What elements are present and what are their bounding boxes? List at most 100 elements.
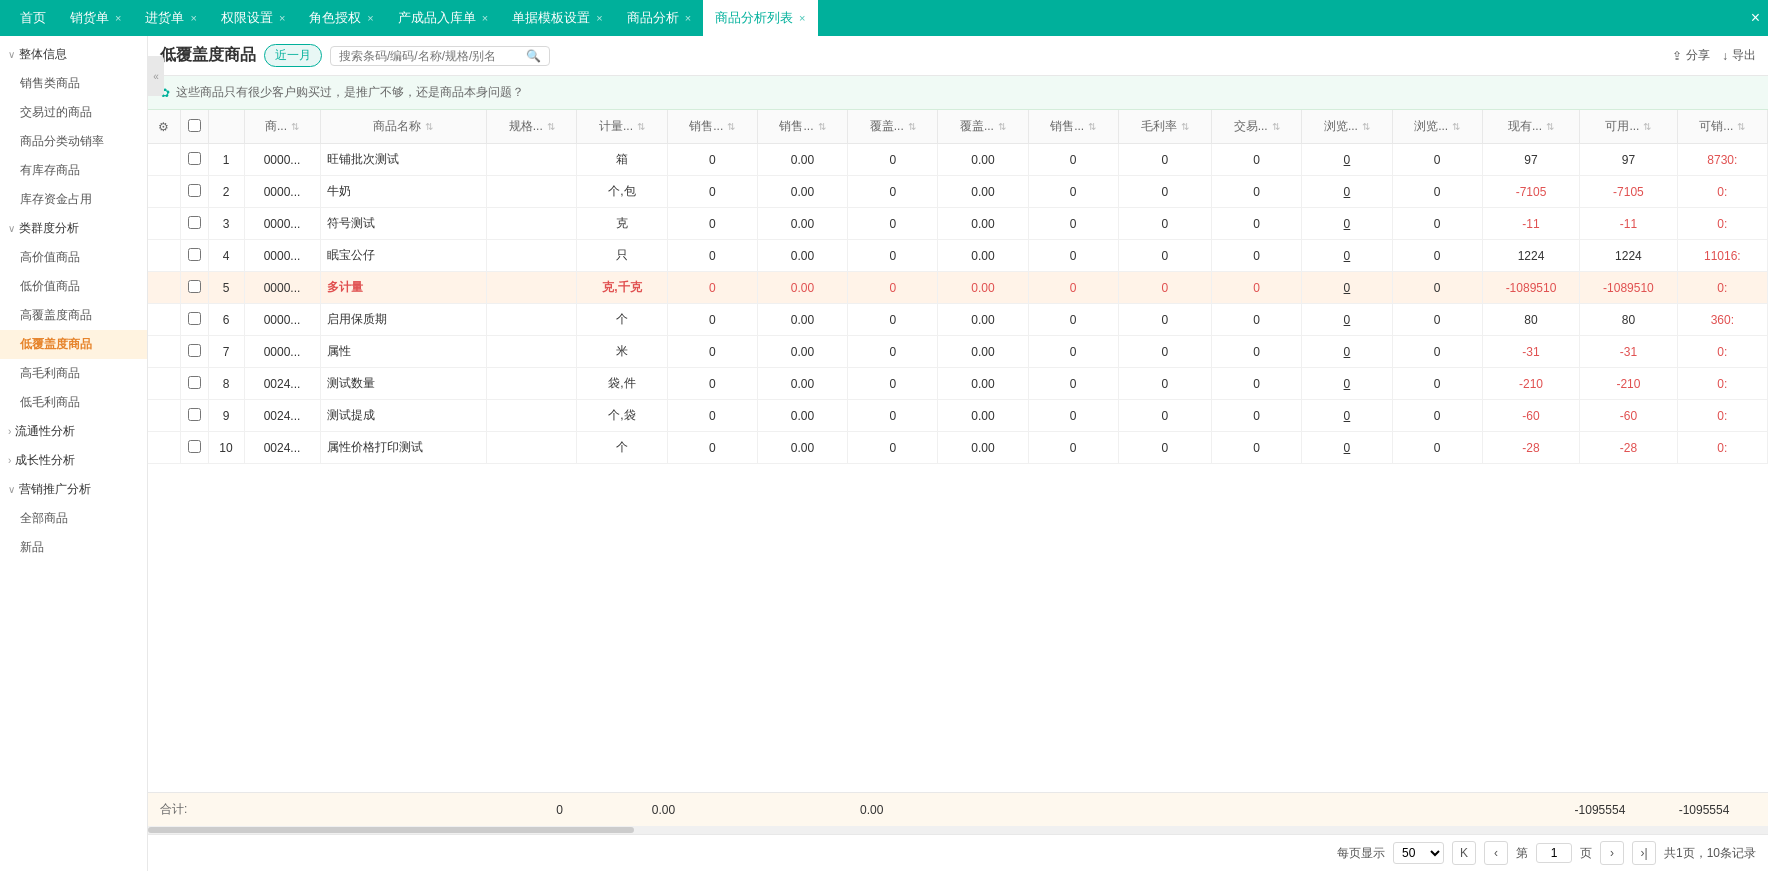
nav-tab-permissions[interactable]: 权限设置 ×	[209, 0, 297, 36]
column-coverage2[interactable]: 覆盖...⇅	[938, 110, 1028, 144]
column-sales-qty[interactable]: 销售...⇅	[667, 110, 757, 144]
row-checkbox[interactable]	[188, 344, 201, 357]
column-settings[interactable]: ⚙	[148, 110, 180, 144]
page-size-select[interactable]: 50 20 100	[1393, 842, 1444, 864]
row-checkbox[interactable]	[188, 248, 201, 261]
sidebar-section-overall[interactable]: ∨ 整体信息	[0, 40, 147, 69]
row-browse1[interactable]: 0	[1302, 272, 1392, 304]
nav-tab-purchase[interactable]: 进货单 ×	[133, 0, 208, 36]
close-icon[interactable]: ×	[799, 0, 805, 36]
column-name[interactable]: 商品名称⇅	[320, 110, 487, 144]
export-button[interactable]: ↓ 导出	[1722, 47, 1756, 64]
row-checkbox[interactable]	[188, 152, 201, 165]
close-icon[interactable]: ×	[367, 0, 373, 36]
close-icon[interactable]: ×	[115, 0, 121, 36]
row-name[interactable]: 测试数量	[320, 368, 487, 400]
sidebar-item-low-margin[interactable]: 低毛利商品	[0, 388, 147, 417]
row-name[interactable]: 旺铺批次测试	[320, 144, 487, 176]
row-checkbox[interactable]	[188, 376, 201, 389]
first-page-button[interactable]: K	[1452, 841, 1476, 865]
column-spec[interactable]: 规格...⇅	[487, 110, 577, 144]
sidebar-item-new-goods[interactable]: 新品	[0, 533, 147, 562]
period-button[interactable]: 近一月	[264, 44, 322, 67]
row-browse1[interactable]: 0	[1302, 176, 1392, 208]
column-current-stock[interactable]: 现有...⇅	[1482, 110, 1579, 144]
column-coverage1[interactable]: 覆盖...⇅	[848, 110, 938, 144]
last-page-button[interactable]: ›|	[1632, 841, 1656, 865]
browse-link[interactable]: 0	[1344, 409, 1351, 423]
sidebar-toggle-button[interactable]: «	[148, 56, 164, 96]
close-icon[interactable]: ×	[685, 0, 691, 36]
nav-tab-analysis[interactable]: 商品分析 ×	[615, 0, 703, 36]
row-browse1[interactable]: 0	[1302, 432, 1392, 464]
sidebar-section-marketing[interactable]: ∨ 营销推广分析	[0, 475, 147, 504]
sidebar-item-high-value[interactable]: 高价值商品	[0, 243, 147, 272]
column-sales-other[interactable]: 销售...⇅	[1028, 110, 1118, 144]
column-browse1[interactable]: 浏览...⇅	[1302, 110, 1392, 144]
nav-tab-home[interactable]: 首页	[8, 0, 58, 36]
row-name[interactable]: 启用保质期	[320, 304, 487, 336]
row-name[interactable]: 属性价格打印测试	[320, 432, 487, 464]
browse-link[interactable]: 0	[1344, 345, 1351, 359]
sidebar-section-cluster[interactable]: ∨ 类群度分析	[0, 214, 147, 243]
sidebar-item-traded-goods[interactable]: 交易过的商品	[0, 98, 147, 127]
row-browse1[interactable]: 0	[1302, 400, 1392, 432]
sidebar-section-growth[interactable]: › 成长性分析	[0, 446, 147, 475]
sidebar-item-stock-capital[interactable]: 库存资金占用	[0, 185, 147, 214]
close-icon[interactable]: ×	[482, 0, 488, 36]
browse-link[interactable]: 0	[1344, 153, 1351, 167]
row-checkbox[interactable]	[188, 216, 201, 229]
browse-link[interactable]: 0	[1344, 249, 1351, 263]
sidebar-item-sales-goods[interactable]: 销售类商品	[0, 69, 147, 98]
column-code[interactable]: 商...⇅	[244, 110, 320, 144]
row-browse1[interactable]: 0	[1302, 368, 1392, 400]
row-checkbox[interactable]	[188, 440, 201, 453]
prev-page-button[interactable]: ‹	[1484, 841, 1508, 865]
sidebar-item-high-margin[interactable]: 高毛利商品	[0, 359, 147, 388]
sidebar-item-stocked-goods[interactable]: 有库存商品	[0, 156, 147, 185]
close-icon[interactable]: ×	[279, 0, 285, 36]
browse-link[interactable]: 0	[1344, 185, 1351, 199]
row-browse1[interactable]: 0	[1302, 240, 1392, 272]
browse-link[interactable]: 0	[1344, 441, 1351, 455]
select-all-checkbox[interactable]	[188, 119, 201, 132]
share-button[interactable]: ⇪ 分享	[1672, 47, 1710, 64]
next-page-button[interactable]: ›	[1600, 841, 1624, 865]
row-browse1[interactable]: 0	[1302, 208, 1392, 240]
close-icon[interactable]: ×	[190, 0, 196, 36]
row-name[interactable]: 眠宝公仔	[320, 240, 487, 272]
browse-link[interactable]: 0	[1344, 217, 1351, 231]
row-checkbox[interactable]	[188, 280, 201, 293]
row-browse1[interactable]: 0	[1302, 336, 1392, 368]
row-browse1[interactable]: 0	[1302, 144, 1392, 176]
column-sellable[interactable]: 可销...⇅	[1677, 110, 1767, 144]
row-name[interactable]: 属性	[320, 336, 487, 368]
column-gross-rate[interactable]: 毛利率⇅	[1118, 110, 1211, 144]
close-all-button[interactable]: ×	[1751, 9, 1760, 27]
column-sales-amt[interactable]: 销售...⇅	[757, 110, 847, 144]
row-name[interactable]: 多计量	[320, 272, 487, 304]
row-browse1[interactable]: 0	[1302, 304, 1392, 336]
row-checkbox[interactable]	[188, 408, 201, 421]
sidebar-section-liquidity[interactable]: › 流通性分析	[0, 417, 147, 446]
row-name[interactable]: 牛奶	[320, 176, 487, 208]
nav-tab-template[interactable]: 单据模板设置 ×	[500, 0, 614, 36]
search-input[interactable]	[339, 49, 526, 63]
horizontal-scrollbar[interactable]	[148, 826, 1768, 834]
browse-link[interactable]: 0	[1344, 377, 1351, 391]
nav-tab-roles[interactable]: 角色授权 ×	[297, 0, 385, 36]
row-checkbox[interactable]	[188, 184, 201, 197]
sidebar-item-low-coverage[interactable]: 低覆盖度商品	[0, 330, 147, 359]
column-trans[interactable]: 交易...⇅	[1212, 110, 1302, 144]
sidebar-item-category-rate[interactable]: 商品分类动销率	[0, 127, 147, 156]
row-name[interactable]: 测试提成	[320, 400, 487, 432]
column-unit[interactable]: 计量...⇅	[577, 110, 667, 144]
browse-link[interactable]: 0	[1344, 281, 1351, 295]
row-name[interactable]: 符号测试	[320, 208, 487, 240]
nav-tab-sales[interactable]: 销货单 ×	[58, 0, 133, 36]
column-browse2[interactable]: 浏览...⇅	[1392, 110, 1482, 144]
close-icon[interactable]: ×	[596, 0, 602, 36]
browse-link[interactable]: 0	[1344, 313, 1351, 327]
sidebar-item-all-goods[interactable]: 全部商品	[0, 504, 147, 533]
nav-tab-inbound[interactable]: 产成品入库单 ×	[386, 0, 500, 36]
